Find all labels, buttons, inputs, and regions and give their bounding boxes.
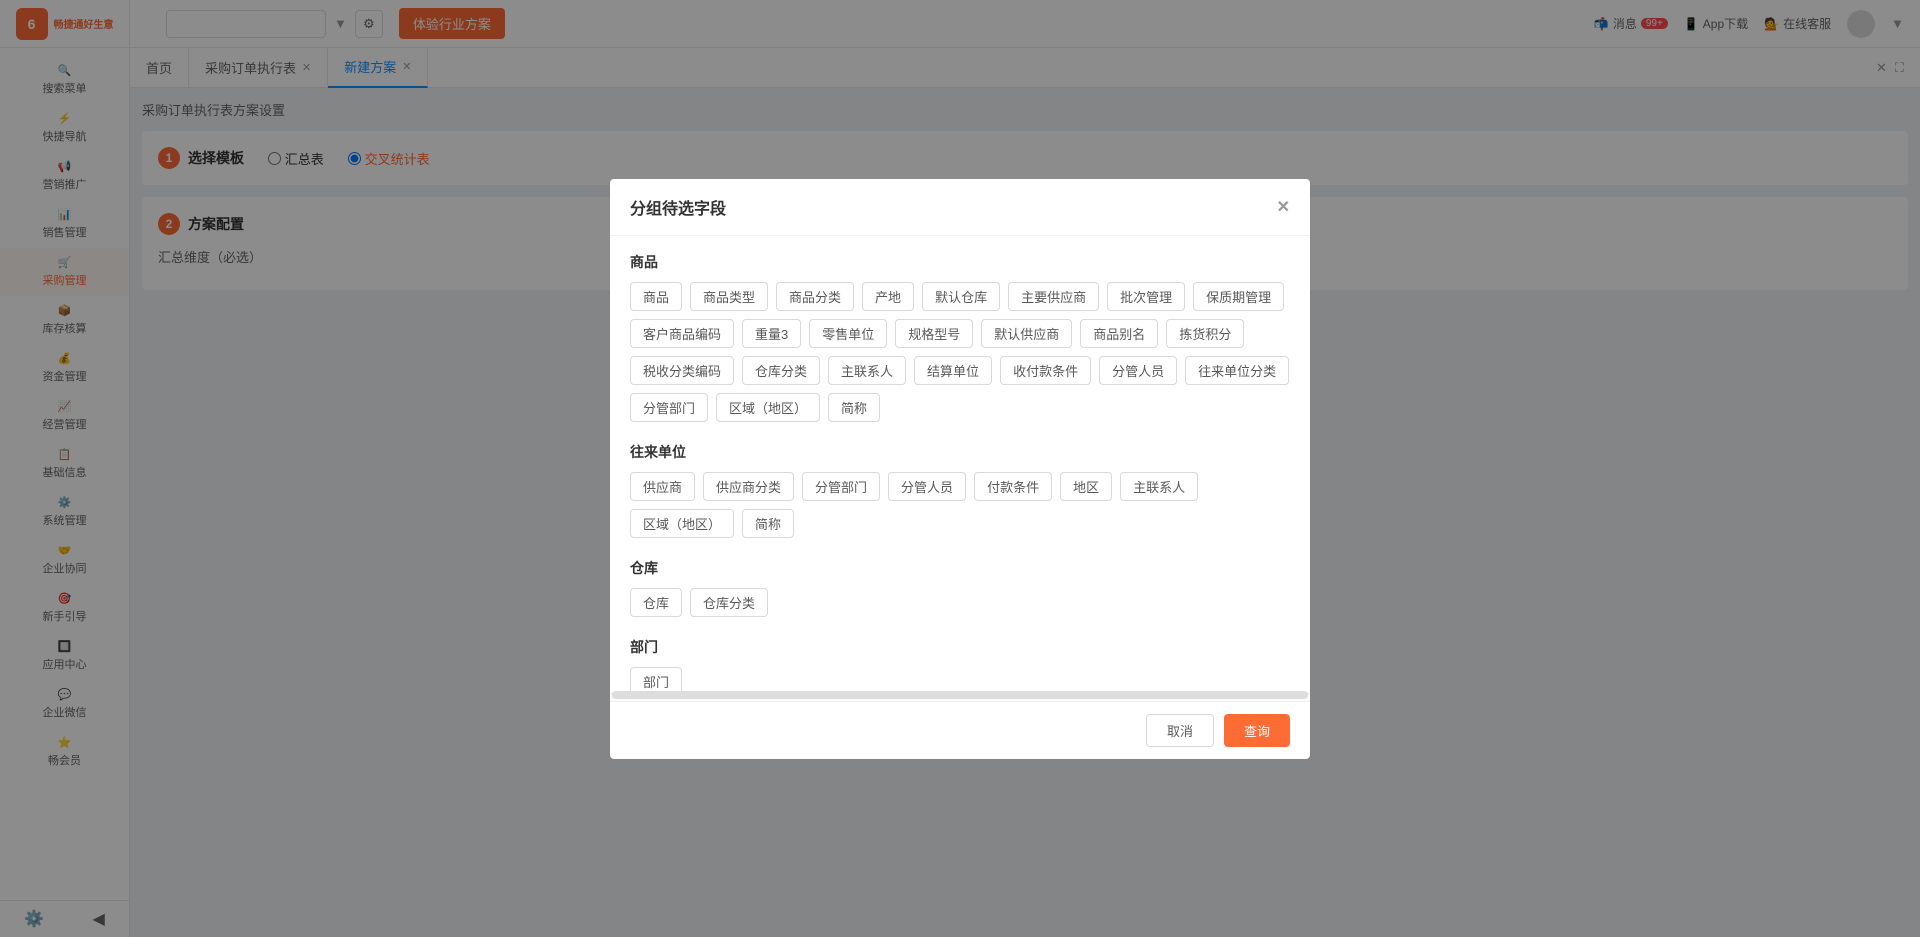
- tag-customer-code[interactable]: 客户商品编码: [630, 319, 734, 348]
- section-warehouse-title: 仓库: [630, 558, 1290, 578]
- tag-dept[interactable]: 部门: [630, 667, 682, 693]
- tag-warehouse[interactable]: 仓库: [630, 588, 682, 617]
- tag-warehouse-cat2[interactable]: 仓库分类: [690, 588, 768, 617]
- tag-settle-unit[interactable]: 结算单位: [914, 356, 992, 385]
- tag-dept-partner[interactable]: 分管部门: [802, 472, 880, 501]
- tag-goods[interactable]: 商品: [630, 282, 682, 311]
- section-warehouse: 仓库 仓库 仓库分类: [630, 558, 1290, 617]
- section-goods-tags: 商品 商品类型 商品分类 产地 默认仓库 主要供应商 批次管理 保质期管理 客户…: [630, 282, 1290, 422]
- confirm-button[interactable]: 查询: [1224, 714, 1290, 747]
- tag-quality-mgmt[interactable]: 保质期管理: [1193, 282, 1284, 311]
- tag-supervisor-partner[interactable]: 分管人员: [888, 472, 966, 501]
- modal: 分组待选字段 ✕ 商品 商品 商品类型 商品分类 产地 默认仓库 主要供应商 批…: [610, 179, 1310, 759]
- tag-region-goods[interactable]: 区域（地区）: [716, 393, 820, 422]
- tag-retail-unit[interactable]: 零售单位: [809, 319, 887, 348]
- tag-pick-points[interactable]: 拣货积分: [1166, 319, 1244, 348]
- tag-main-contact-partner[interactable]: 主联系人: [1120, 472, 1198, 501]
- tag-goods-category[interactable]: 商品分类: [776, 282, 854, 311]
- tag-supervisor[interactable]: 分管人员: [1099, 356, 1177, 385]
- tag-origin[interactable]: 产地: [862, 282, 914, 311]
- modal-header: 分组待选字段 ✕: [610, 179, 1310, 236]
- tag-tax-code[interactable]: 税收分类编码: [630, 356, 734, 385]
- cancel-button[interactable]: 取消: [1146, 714, 1214, 747]
- tag-region-partner2[interactable]: 区域（地区）: [630, 509, 734, 538]
- tag-dept-manage[interactable]: 分管部门: [630, 393, 708, 422]
- tag-spec-model[interactable]: 规格型号: [895, 319, 973, 348]
- tag-main-supplier[interactable]: 主要供应商: [1008, 282, 1099, 311]
- tag-supplier[interactable]: 供应商: [630, 472, 695, 501]
- tag-abbr-partner[interactable]: 简称: [742, 509, 794, 538]
- tag-main-contact[interactable]: 主联系人: [828, 356, 906, 385]
- section-dept: 部门 部门: [630, 637, 1290, 693]
- section-goods: 商品 商品 商品类型 商品分类 产地 默认仓库 主要供应商 批次管理 保质期管理…: [630, 252, 1290, 422]
- section-partner-tags: 供应商 供应商分类 分管部门 分管人员 付款条件 地区 主联系人 区域（地区） …: [630, 472, 1290, 538]
- modal-body[interactable]: 商品 商品 商品类型 商品分类 产地 默认仓库 主要供应商 批次管理 保质期管理…: [610, 236, 1310, 693]
- horizontal-scrollbar[interactable]: [610, 693, 1310, 701]
- tag-abbr-goods[interactable]: 简称: [828, 393, 880, 422]
- section-dept-tags: 部门: [630, 667, 1290, 693]
- tag-goods-type[interactable]: 商品类型: [690, 282, 768, 311]
- tag-payment-cond[interactable]: 付款条件: [974, 472, 1052, 501]
- tag-payment-terms[interactable]: 收付款条件: [1000, 356, 1091, 385]
- modal-title: 分组待选字段: [630, 195, 726, 219]
- tag-supplier-cat[interactable]: 供应商分类: [703, 472, 794, 501]
- modal-close-btn[interactable]: ✕: [1277, 197, 1290, 217]
- section-partner-title: 往来单位: [630, 442, 1290, 462]
- tag-batch-mgmt[interactable]: 批次管理: [1107, 282, 1185, 311]
- modal-overlay: 分组待选字段 ✕ 商品 商品 商品类型 商品分类 产地 默认仓库 主要供应商 批…: [0, 0, 1920, 937]
- section-warehouse-tags: 仓库 仓库分类: [630, 588, 1290, 617]
- section-goods-title: 商品: [630, 252, 1290, 272]
- tag-partner-cat[interactable]: 往来单位分类: [1185, 356, 1289, 385]
- tag-weight[interactable]: 重量3: [742, 319, 801, 348]
- section-dept-title: 部门: [630, 637, 1290, 657]
- tag-default-warehouse[interactable]: 默认仓库: [922, 282, 1000, 311]
- scrollbar-thumb: [612, 691, 1308, 699]
- tag-default-supplier[interactable]: 默认供应商: [981, 319, 1072, 348]
- modal-footer: 取消 查询: [610, 701, 1310, 759]
- tag-warehouse-cat[interactable]: 仓库分类: [742, 356, 820, 385]
- tag-goods-alias[interactable]: 商品别名: [1080, 319, 1158, 348]
- section-partner: 往来单位 供应商 供应商分类 分管部门 分管人员 付款条件 地区 主联系人 区域…: [630, 442, 1290, 538]
- tag-region-partner[interactable]: 地区: [1060, 472, 1112, 501]
